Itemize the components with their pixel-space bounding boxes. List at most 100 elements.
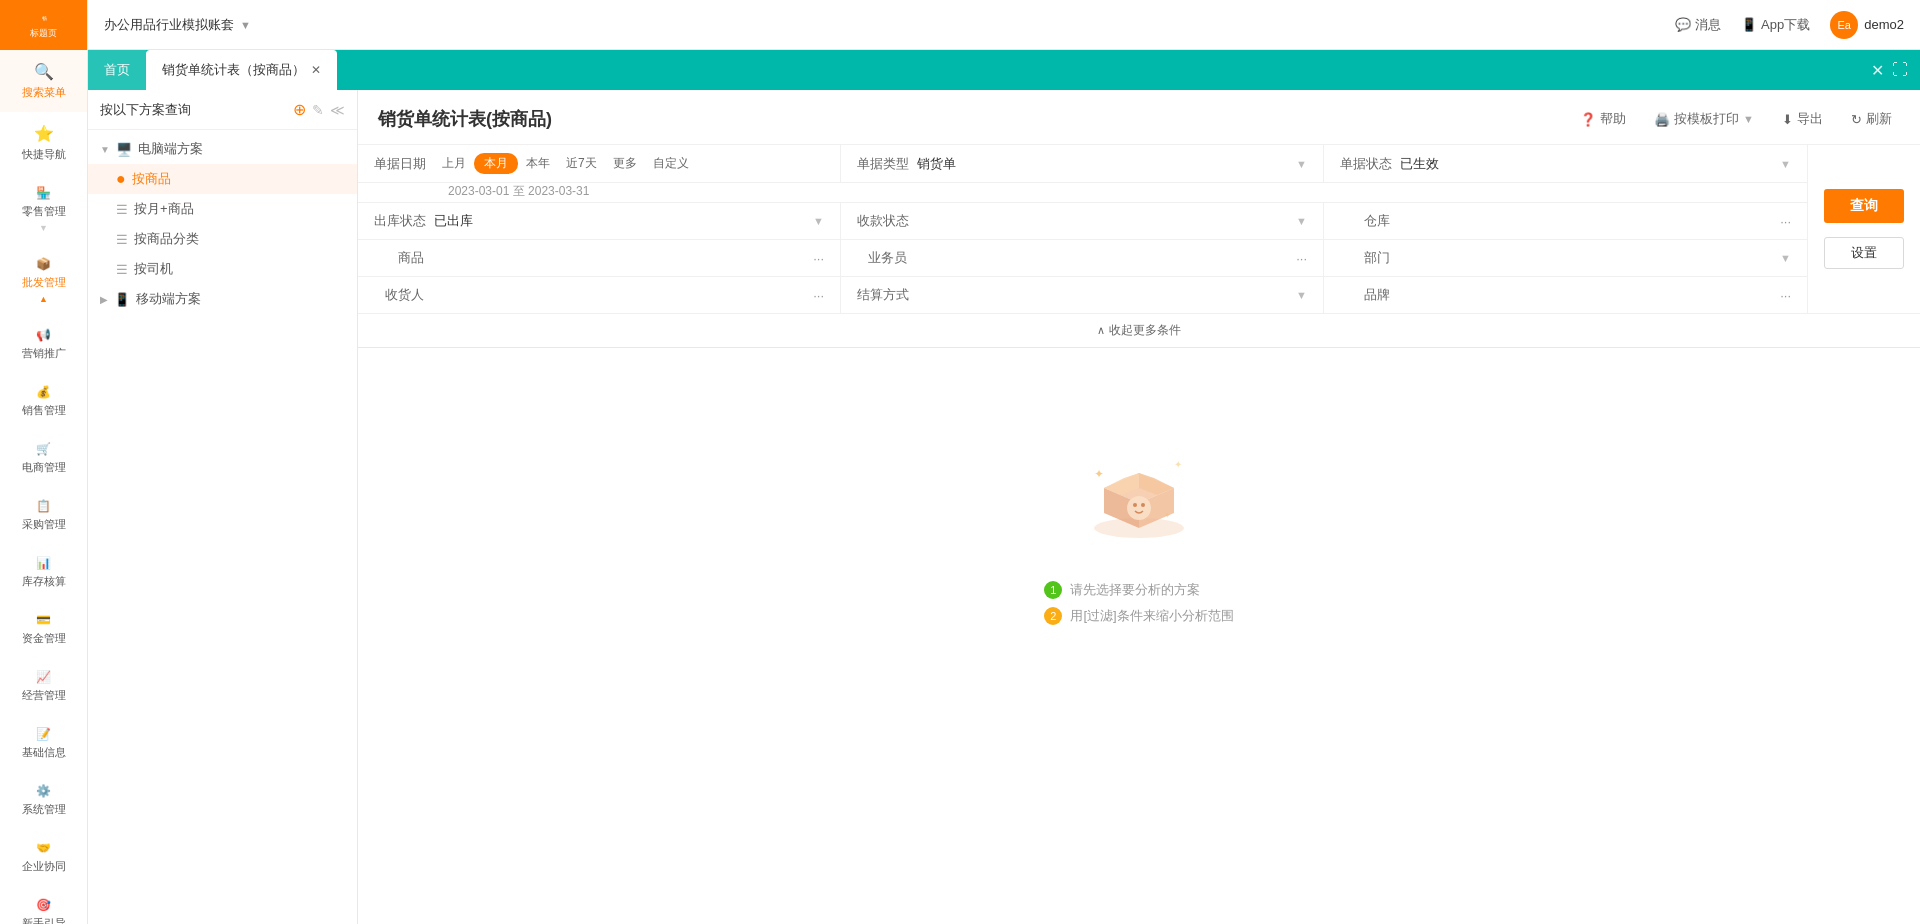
date-btn-more[interactable]: 更多 [605, 153, 645, 174]
user-area[interactable]: Ea demo2 [1830, 11, 1904, 39]
top-header: 办公用品行业模拟账套 ▼ 💬 消息 📱 App下载 Ea demo2 [88, 0, 1920, 50]
close-all-btn[interactable]: ✕ [1871, 61, 1884, 80]
finance-label: 资金管理 [22, 631, 66, 646]
salesperson-input[interactable]: ··· [915, 251, 1307, 266]
sidebar-item-wholesale[interactable]: 📦 批发管理 ▲ [0, 245, 87, 316]
sidebar-item-marketing[interactable]: 📢 营销推广 [0, 316, 87, 373]
date-btn-custom[interactable]: 自定义 [645, 153, 697, 174]
scheme-item-by-product[interactable]: ● 按商品 [88, 164, 357, 194]
sidebar-item-operations[interactable]: 📈 经营管理 [0, 658, 87, 715]
avatar-text: Ea [1838, 19, 1851, 31]
app-selector[interactable]: 办公用品行业模拟账套 ▼ [104, 16, 251, 34]
empty-tip-2: 2 用[过滤]条件来缩小分析范围 [1044, 607, 1233, 625]
svg-text:✦: ✦ [1174, 459, 1182, 470]
message-label: 消息 [1695, 16, 1721, 34]
tab-home[interactable]: 首页 [88, 50, 146, 90]
help-btn[interactable]: ❓ 帮助 [1572, 106, 1634, 132]
salesperson-dots[interactable]: ··· [1296, 251, 1307, 266]
message-btn[interactable]: 💬 消息 [1675, 16, 1721, 34]
out-status-select[interactable]: 已出库 ▼ [434, 212, 824, 230]
app-name: 办公用品行业模拟账套 [104, 16, 234, 34]
edit-scheme-btn[interactable]: ✎ [312, 102, 324, 118]
sales-label: 销售管理 [22, 403, 66, 418]
top-header-right: 💬 消息 📱 App下载 Ea demo2 [1675, 11, 1904, 39]
retail-icon: 🏪 [36, 186, 51, 200]
user-name: demo2 [1864, 17, 1904, 32]
add-scheme-btn[interactable]: ⊕ [293, 100, 306, 119]
mobile-group-icon: 📱 [114, 292, 130, 307]
collapse-row[interactable]: ∧ 收起更多条件 [358, 313, 1920, 347]
product-dots[interactable]: ··· [813, 251, 824, 266]
product-input[interactable]: ··· [432, 251, 824, 266]
department-select[interactable]: ▼ [1398, 252, 1791, 264]
scheme-group-mobile: ▶ 📱 移动端方案 [88, 284, 357, 314]
sidebar-item-purchase[interactable]: 📋 采购管理 [0, 487, 87, 544]
payment-method-arrow: ▼ [1296, 289, 1307, 301]
sidebar-item-newbie[interactable]: 🎯 新手引导 [0, 886, 87, 924]
sidebar-item-retail[interactable]: 🏪 零售管理 ▼ [0, 174, 87, 245]
out-status-arrow: ▼ [813, 215, 824, 227]
sidebar-item-search[interactable]: 🔍 搜索菜单 [0, 50, 87, 112]
scheme-item-by-cashier[interactable]: ☰ 按司机 [88, 254, 357, 284]
sidebar-item-system[interactable]: ⚙️ 系统管理 [0, 772, 87, 829]
tab-sales-stats[interactable]: 销货单统计表（按商品） ✕ [146, 50, 337, 90]
refresh-btn[interactable]: ↻ 刷新 [1843, 106, 1900, 132]
warehouse-cell: 仓库 ··· [1324, 203, 1807, 239]
main-area: 办公用品行业模拟账套 ▼ 💬 消息 📱 App下载 Ea demo2 首页 [88, 0, 1920, 924]
scheme-item-by-category[interactable]: ☰ 按商品分类 [88, 224, 357, 254]
scheme-item-by-month-product[interactable]: ☰ 按月+商品 [88, 194, 357, 224]
finance-icon: 💳 [36, 613, 51, 627]
expand-btn[interactable]: ⛶ [1892, 61, 1908, 79]
scheme-header: 按以下方案查询 ⊕ ✎ ≪ [88, 90, 357, 130]
warehouse-select[interactable]: ··· [1398, 214, 1791, 229]
app-download-label: App下载 [1761, 16, 1810, 34]
by-product-label: 按商品 [132, 170, 171, 188]
tab-close-btn[interactable]: ✕ [311, 63, 321, 77]
print-btn[interactable]: 🖨️ 按模板打印 ▼ [1646, 106, 1762, 132]
brand-input[interactable]: ··· [1398, 288, 1791, 303]
sidebar-item-sales[interactable]: 💰 销售管理 [0, 373, 87, 430]
payment-method-label: 结算方式 [857, 286, 917, 304]
sidebar-item-inventory[interactable]: 📊 库存核算 [0, 544, 87, 601]
sidebar-item-finance[interactable]: 💳 资金管理 [0, 601, 87, 658]
by-product-bullet: ● [116, 170, 126, 188]
sidebar-item-quicknav[interactable]: ⭐ 快捷导航 [0, 112, 87, 174]
inventory-label: 库存核算 [22, 574, 66, 589]
empty-tips: 1 请先选择要分析的方案 2 用[过滤]条件来缩小分析范围 [1044, 581, 1233, 625]
sales-stats-tab-label: 销货单统计表（按商品） [162, 61, 305, 79]
doc-status-select[interactable]: 已生效 ▼ [1400, 155, 1791, 173]
filter-row-2: 出库状态 已出库 ▼ 收款状态 [358, 203, 1807, 240]
export-btn[interactable]: ⬇ 导出 [1774, 106, 1831, 132]
payment-method-select[interactable]: ▼ [917, 289, 1307, 301]
filter-row-4: 收货人 ··· 结算方式 [358, 277, 1807, 313]
date-btn-this-year[interactable]: 本年 [518, 153, 558, 174]
by-cashier-label: 按司机 [134, 260, 173, 278]
date-btn-this-month[interactable]: 本月 [474, 153, 518, 174]
basic-icon: 📝 [36, 727, 51, 741]
product-cell: 商品 ··· [358, 240, 841, 276]
app-download-btn[interactable]: 📱 App下载 [1741, 16, 1810, 34]
scheme-group-mobile-header[interactable]: ▶ 📱 移动端方案 [88, 284, 357, 314]
print-dropdown-arrow[interactable]: ▼ [1743, 113, 1754, 125]
sidebar-item-enterprise[interactable]: 🤝 企业协同 [0, 829, 87, 886]
date-btn-last-month[interactable]: 上月 [434, 153, 474, 174]
recipient-input[interactable]: ··· [432, 288, 824, 303]
query-btn[interactable]: 查询 [1824, 189, 1904, 223]
tip-1-num: 1 [1044, 581, 1062, 599]
payment-status-select[interactable]: ▼ [917, 215, 1307, 227]
warehouse-dots[interactable]: ··· [1780, 214, 1791, 229]
doc-type-select[interactable]: 销货单 ▼ [917, 155, 1307, 173]
recipient-dots[interactable]: ··· [813, 288, 824, 303]
date-btn-7days[interactable]: 近7天 [558, 153, 605, 174]
recipient-label: 收货人 [374, 286, 432, 304]
by-category-label: 按商品分类 [134, 230, 199, 248]
sidebar-item-basic[interactable]: 📝 基础信息 [0, 715, 87, 772]
logo-area[interactable]: 畅 标题页 [0, 0, 87, 50]
sidebar-item-ecommerce[interactable]: 🛒 电商管理 [0, 430, 87, 487]
by-category-icon: ☰ [116, 232, 128, 247]
department-label: 部门 [1340, 249, 1398, 267]
brand-dots[interactable]: ··· [1780, 288, 1791, 303]
collapse-scheme-btn[interactable]: ≪ [330, 102, 345, 118]
settings-btn[interactable]: 设置 [1824, 237, 1904, 269]
scheme-group-desktop-header[interactable]: ▼ 🖥️ 电脑端方案 [88, 134, 357, 164]
